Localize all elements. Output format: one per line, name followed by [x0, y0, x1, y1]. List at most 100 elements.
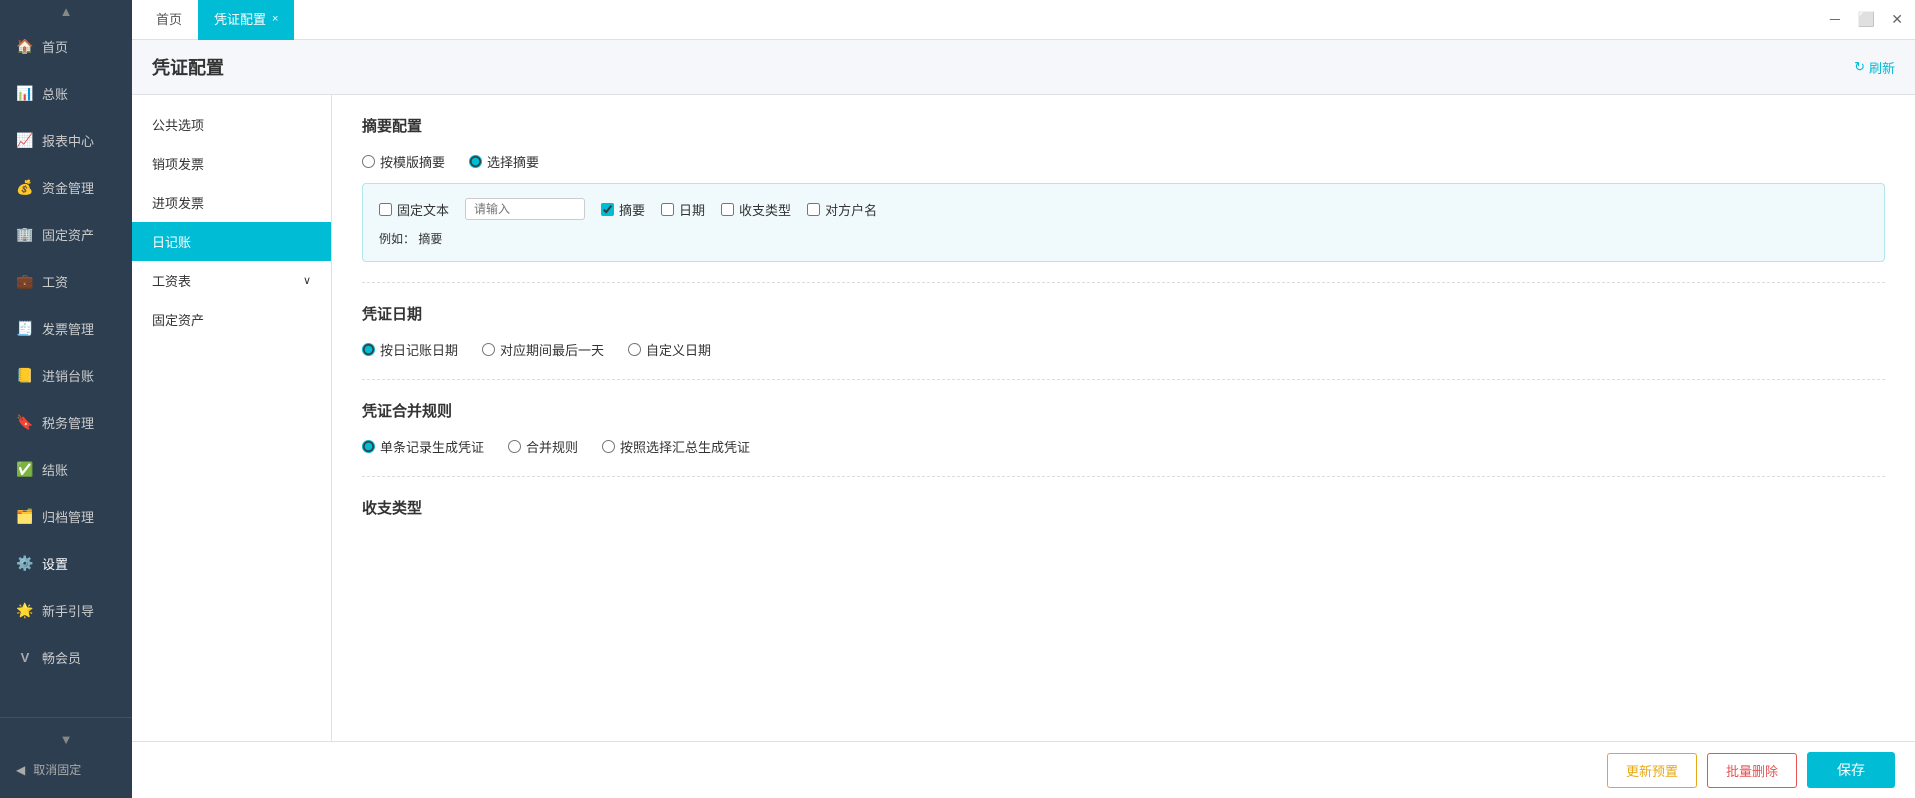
voucher-date-radio-group: 按日记账日期 对应期间最后一天 自定义日期 — [362, 340, 1885, 359]
radio-custom-date[interactable]: 自定义日期 — [628, 340, 711, 359]
vip-icon: V — [16, 649, 34, 667]
assets-icon: 🏢 — [16, 226, 34, 244]
section-income-type: 收支类型 — [362, 497, 1885, 554]
checkbox-fixed-text[interactable]: 固定文本 — [379, 200, 449, 219]
tax-icon: 🔖 — [16, 414, 34, 432]
radio-aggregate-generate[interactable]: 按照选择汇总生成凭证 — [602, 437, 750, 456]
sidebar-bottom: ▼ ◀ 取消固定 — [0, 717, 132, 798]
left-nav: 公共选项 销项发票 进项发票 日记账 工资表 ∨ 固定资产 — [132, 95, 332, 741]
main-area: 首页 凭证配置 × － ⬜ ✕ 凭证配置 ↻ 刷新 公共选项 — [132, 0, 1915, 798]
radio-custom-date-input[interactable] — [628, 343, 641, 356]
radio-select-summary[interactable]: 选择摘要 — [469, 152, 539, 171]
radio-select-summary-input[interactable] — [469, 155, 482, 168]
sidebar-item-assets[interactable]: 🏢 固定资产 — [0, 211, 132, 258]
close-button[interactable]: ✕ — [1887, 9, 1907, 30]
tab-bar: 首页 凭证配置 × － ⬜ ✕ — [132, 0, 1915, 40]
checkbox-summary[interactable]: 摘要 — [601, 200, 645, 219]
merge-rule-radio-group: 单条记录生成凭证 合并规则 按照选择汇总生成凭证 — [362, 437, 1885, 456]
radio-last-day-period[interactable]: 对应期间最后一天 — [482, 340, 604, 359]
nav-item-purchase-invoice[interactable]: 进项发票 — [132, 183, 331, 222]
bottom-action-bar: 更新预置 批量删除 保存 — [132, 741, 1915, 798]
counterpart-checkbox[interactable] — [807, 203, 820, 216]
nav-item-public[interactable]: 公共选项 — [132, 105, 331, 144]
sidebar-item-reports[interactable]: 📈 报表中心 — [0, 117, 132, 164]
sidebar-item-checkout[interactable]: ✅ 结账 — [0, 446, 132, 493]
radio-single-record-input[interactable] — [362, 440, 375, 453]
radio-merge-rule[interactable]: 合并规则 — [508, 437, 578, 456]
section-summary-config: 摘要配置 按模版摘要 选择摘要 — [362, 115, 1885, 283]
sidebar-scroll-up[interactable]: ▲ — [0, 0, 132, 23]
summary-config-box: 固定文本 摘要 日期 — [362, 183, 1885, 262]
sidebar-item-fund[interactable]: 💰 资金管理 — [0, 164, 132, 211]
guide-icon: 🌟 — [16, 602, 34, 620]
refresh-button[interactable]: ↻ 刷新 — [1854, 58, 1895, 77]
fixed-text-input[interactable] — [465, 198, 585, 220]
salary-icon: 💼 — [16, 273, 34, 291]
save-button[interactable]: 保存 — [1807, 752, 1895, 788]
fixed-text-checkbox[interactable] — [379, 203, 392, 216]
date-checkbox[interactable] — [661, 203, 674, 216]
invoice-icon: 🧾 — [16, 320, 34, 338]
chevron-down-icon: ∨ — [303, 274, 311, 287]
trading-icon: 📒 — [16, 367, 34, 385]
nav-item-journal[interactable]: 日记账 — [132, 222, 331, 261]
radio-template-summary-input[interactable] — [362, 155, 375, 168]
sidebar-item-archive[interactable]: 🗂️ 归档管理 — [0, 493, 132, 540]
merge-rule-title: 凭证合并规则 — [362, 400, 1885, 421]
settings-icon: ⚙️ — [16, 555, 34, 573]
income-type-title: 收支类型 — [362, 497, 1885, 518]
content-area: 凭证配置 ↻ 刷新 公共选项 销项发票 进项发票 日记账 — [132, 40, 1915, 798]
sidebar-item-guide[interactable]: 🌟 新手引导 — [0, 587, 132, 634]
page-title: 凭证配置 — [152, 54, 224, 80]
sidebar: ▲ 🏠 首页 📊 总账 📈 报表中心 💰 资金管理 🏢 固定资产 💼 工资 🧾 … — [0, 0, 132, 798]
checkbox-income-type[interactable]: 收支类型 — [721, 200, 791, 219]
update-preview-button[interactable]: 更新预置 — [1607, 753, 1697, 788]
radio-by-journal-date[interactable]: 按日记账日期 — [362, 340, 458, 359]
tab-voucher-config[interactable]: 凭证配置 × — [198, 0, 294, 40]
batch-delete-button[interactable]: 批量删除 — [1707, 753, 1797, 788]
example-value: 摘要 — [418, 232, 442, 246]
sidebar-item-trading[interactable]: 📒 进销台账 — [0, 352, 132, 399]
checkout-icon: ✅ — [16, 461, 34, 479]
checkbox-counterpart[interactable]: 对方户名 — [807, 200, 877, 219]
sidebar-item-vip[interactable]: V 畅会员 — [0, 634, 132, 681]
sidebar-item-settings[interactable]: ⚙️ 设置 — [0, 540, 132, 587]
radio-aggregate-generate-input[interactable] — [602, 440, 615, 453]
pin-icon: ◀ — [16, 763, 25, 777]
sidebar-item-ledger[interactable]: 📊 总账 — [0, 70, 132, 117]
sidebar-item-salary[interactable]: 💼 工资 — [0, 258, 132, 305]
sidebar-item-home[interactable]: 🏠 首页 — [0, 23, 132, 70]
nav-item-payroll[interactable]: 工资表 ∨ — [132, 261, 331, 300]
unpin-button[interactable]: ◀ 取消固定 — [0, 751, 132, 788]
body-split: 公共选项 销项发票 进项发票 日记账 工资表 ∨ 固定资产 — [132, 95, 1915, 741]
radio-by-journal-date-input[interactable] — [362, 343, 375, 356]
sidebar-scroll-down[interactable]: ▼ — [0, 728, 132, 751]
income-type-checkbox[interactable] — [721, 203, 734, 216]
radio-template-summary[interactable]: 按模版摘要 — [362, 152, 445, 171]
sidebar-item-invoice[interactable]: 🧾 发票管理 — [0, 305, 132, 352]
refresh-icon: ↻ — [1854, 59, 1865, 75]
summary-config-title: 摘要配置 — [362, 115, 1885, 136]
summary-checkboxes-row: 固定文本 摘要 日期 — [379, 198, 1868, 220]
sidebar-item-tax[interactable]: 🔖 税务管理 — [0, 399, 132, 446]
nav-item-sales-invoice[interactable]: 销项发票 — [132, 144, 331, 183]
radio-merge-rule-input[interactable] — [508, 440, 521, 453]
summary-checkbox[interactable] — [601, 203, 614, 216]
summary-radio-group: 按模版摘要 选择摘要 — [362, 152, 1885, 171]
section-merge-rule: 凭证合并规则 单条记录生成凭证 合并规则 按照选择汇总生成凭证 — [362, 400, 1885, 477]
home-icon: 🏠 — [16, 38, 34, 56]
tab-home[interactable]: 首页 — [140, 0, 198, 40]
ledger-icon: 📊 — [16, 85, 34, 103]
reports-icon: 📈 — [16, 132, 34, 150]
radio-single-record[interactable]: 单条记录生成凭证 — [362, 437, 484, 456]
nav-item-fixed-assets[interactable]: 固定资产 — [132, 300, 331, 339]
radio-last-day-period-input[interactable] — [482, 343, 495, 356]
tab-close-button[interactable]: × — [272, 13, 278, 25]
summary-example: 例如： 摘要 — [379, 230, 1868, 247]
checkbox-date[interactable]: 日期 — [661, 200, 705, 219]
section-voucher-date: 凭证日期 按日记账日期 对应期间最后一天 自定义日期 — [362, 303, 1885, 380]
maximize-button[interactable]: ⬜ — [1854, 9, 1879, 30]
page-header: 凭证配置 ↻ 刷新 — [132, 40, 1915, 95]
voucher-date-title: 凭证日期 — [362, 303, 1885, 324]
minimize-button[interactable]: － — [1824, 8, 1846, 32]
